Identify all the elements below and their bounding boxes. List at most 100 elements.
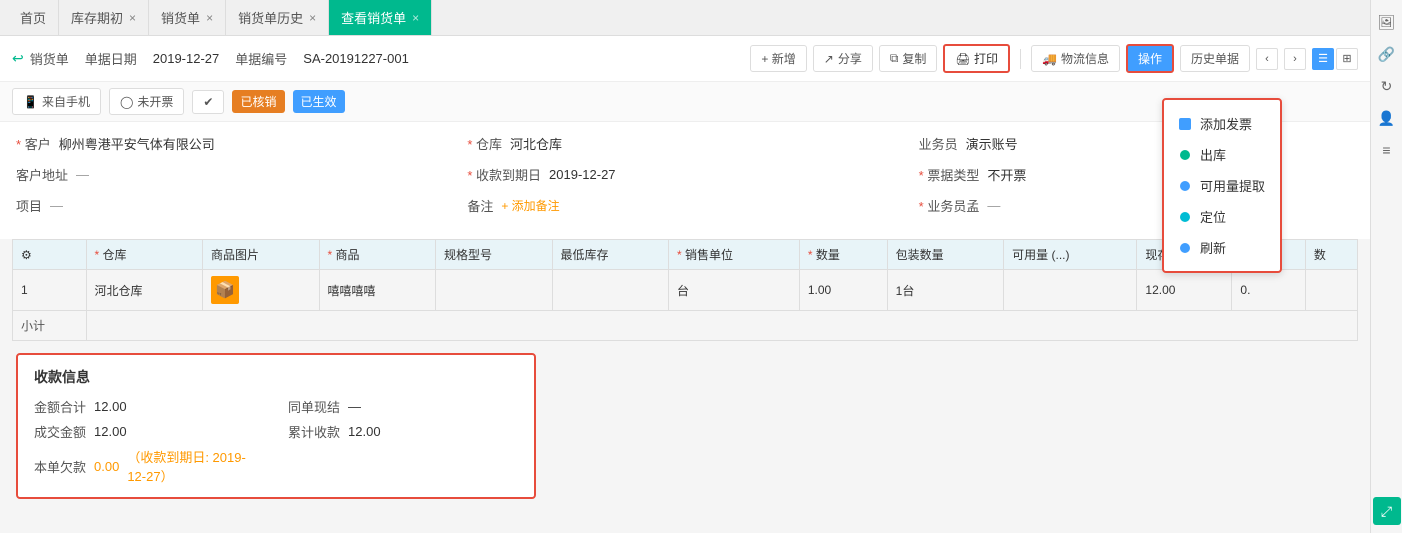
page-wrapper: 首页 库存期初 × 销货单 × 销货单历史 × 查看销货单 × × ↩ 销货单 [0,0,1402,533]
add-invoice-item[interactable]: 添加发票 [1164,108,1280,139]
close-sales-history-tab[interactable]: × [309,11,316,25]
subtotal-row: 小计 [13,311,1358,341]
prev-arrow[interactable]: ‹ [1256,48,1278,70]
deal-amount-value: 12.00 [94,424,127,439]
share-button[interactable]: ↗ 分享 [813,45,873,72]
next-arrow[interactable]: › [1284,48,1306,70]
row-num: 1 [13,270,87,311]
add-note-button[interactable]: + 添加备注 [501,197,559,214]
not-opened-button[interactable]: ◯ 未开票 [109,88,184,115]
locate-icon [1178,210,1192,224]
total-amount-row: 金额合计 12.00 [34,397,264,416]
form-row-2: 客户地址 — * 收款到期日 2019-12-27 * 票据类型 不开票 [16,165,1354,184]
number-value: SA-20191227-001 [303,51,409,66]
outbound-icon [1178,148,1192,162]
print-button[interactable]: 🖨 打印 [943,44,1010,73]
invoice-type-label: * 票据类型 [919,165,980,184]
tab-sales-order[interactable]: 销货单 × [149,0,226,35]
overdue-row: 本单欠款 0.00 （收款到期日: 2019-12-27） [34,447,264,485]
share-icon: ↗ [824,52,834,66]
close-inventory-tab[interactable]: × [129,11,136,25]
outbound-item[interactable]: 出库 [1164,139,1280,170]
effective-status-text: 已生效 [301,93,337,110]
col-min-stock: 最低库存 [552,240,669,270]
sold-status-text: 已核销 [240,93,276,110]
toolbar: + 新增 ↗ 分享 ⧉ 复制 🖨 打印 🚚 物流信息 操作 历史单据 ‹ [750,44,1358,73]
available-qty-icon [1178,179,1192,193]
total-amount-label: 金额合计 [34,397,86,416]
row-amount [1305,270,1357,311]
single-settle-label: 同单现结 [288,397,340,416]
cumulative-label: 累计收款 [288,422,340,441]
link-sidebar-icon[interactable]: 🔗 [1373,40,1401,68]
overdue-label: 本单欠款 [34,457,86,476]
available-qty-item[interactable]: 可用量提取 [1164,170,1280,201]
from-phone-button[interactable]: 📱 来自手机 [12,88,101,115]
tab-sales-history[interactable]: 销货单历史 × [226,0,329,35]
locate-item[interactable]: 定位 [1164,201,1280,232]
doc-icon: ↩ [12,50,24,67]
single-settle-value: — [348,399,361,414]
add-invoice-icon [1178,117,1192,131]
row-quantity: 1.00 [799,270,887,311]
form-row-1: * 客户 柳州粤港平安气体有限公司 * 仓库 河北仓库 业务员 演示账号 [16,134,1354,153]
close-sales-order-tab[interactable]: × [206,11,213,25]
product-table: ⚙ * 仓库 商品图片 * 商品 规格型号 最低库存 * 销售单位 * 数量 包… [12,239,1358,341]
copy-button[interactable]: ⧉ 复制 [879,45,938,72]
new-button[interactable]: + 新增 [750,45,806,72]
row-spec [436,270,553,311]
customer-value[interactable]: 柳州粤港平安气体有限公司 [59,134,215,153]
tab-inventory-start[interactable]: 库存期初 × [59,0,149,35]
col-unit: * 销售单位 [669,240,800,270]
row-available [1004,270,1137,311]
form-row-3: 项目 — 备注 + 添加备注 * 业务员孟 — [16,196,1354,215]
row-unit-price: 0. [1232,270,1306,311]
tab-bar: 首页 库存期初 × 销货单 × 销货单历史 × 查看销货单 × × [0,0,1402,36]
col-pack-qty: 包装数量 [887,240,1004,270]
warehouse-field: * 仓库 河北仓库 [467,134,902,153]
check-icon: ✔ [203,95,213,109]
cumulative-row: 累计收款 12.00 [288,422,518,441]
col-settings[interactable]: ⚙ [13,240,87,270]
view-icons: ☰ ⊞ [1312,48,1358,70]
grid-view-icon[interactable]: ⊞ [1336,48,1358,70]
warehouse-value[interactable]: 河北仓库 [510,134,562,153]
rotate-sidebar-icon[interactable]: ↻ [1373,72,1401,100]
warehouse-label: * 仓库 [467,134,502,153]
close-view-sales-tab[interactable]: × [412,11,419,25]
refresh-item[interactable]: 刷新 [1164,232,1280,263]
col-available: 可用量 (...) [1004,240,1137,270]
doc-title: ↩ 销货单 [12,49,69,68]
row-warehouse: 河北仓库 [86,270,203,311]
history-button[interactable]: 历史单据 [1180,45,1250,72]
table-header-row: ⚙ * 仓库 商品图片 * 商品 规格型号 最低库存 * 销售单位 * 数量 包… [13,240,1358,270]
operations-button[interactable]: 操作 [1126,44,1174,73]
tab-view-sales[interactable]: 查看销货单 × [329,0,432,35]
effective-status-tag: 已生效 [293,90,345,113]
summary-title: 收款信息 [34,367,518,387]
row-min-stock [552,270,669,311]
truck-icon: 🚚 [1042,52,1057,66]
tab-home[interactable]: 首页 [8,0,59,35]
duedate-value[interactable]: 2019-12-27 [549,167,616,182]
address-value[interactable]: — [76,167,89,182]
logistics-button[interactable]: 🚚 物流信息 [1031,45,1120,72]
person-sidebar-icon[interactable]: 👤 [1373,104,1401,132]
summary-box: 收款信息 金额合计 12.00 同单现结 — 成交金额 12.00 累计收款 1… [16,353,536,499]
list-view-icon[interactable]: ☰ [1312,48,1334,70]
list-sidebar-icon[interactable]: ≡ [1373,136,1401,164]
project-label: 项目 [16,196,42,215]
duedate-label: * 收款到期日 [467,165,541,184]
invoice-type-value[interactable]: 不开票 [987,165,1026,184]
expand-sidebar-icon[interactable]: ⤢ [1373,497,1401,525]
col-quantity: * 数量 [799,240,887,270]
salesperson-field: 业务员 演示账号 [919,134,1354,153]
image-sidebar-icon[interactable]: 🖼 [1373,8,1401,36]
doc-title-text: 销货单 [30,49,69,68]
col-amount: 数 [1305,240,1357,270]
phone-icon: 📱 [23,95,38,109]
operations-dropdown: 添加发票 出库 可用量提取 定位 刷新 [1162,98,1282,273]
total-amount-value: 12.00 [94,399,127,414]
checkmark-button[interactable]: ✔ [192,90,224,114]
project-value[interactable]: — [50,198,63,213]
